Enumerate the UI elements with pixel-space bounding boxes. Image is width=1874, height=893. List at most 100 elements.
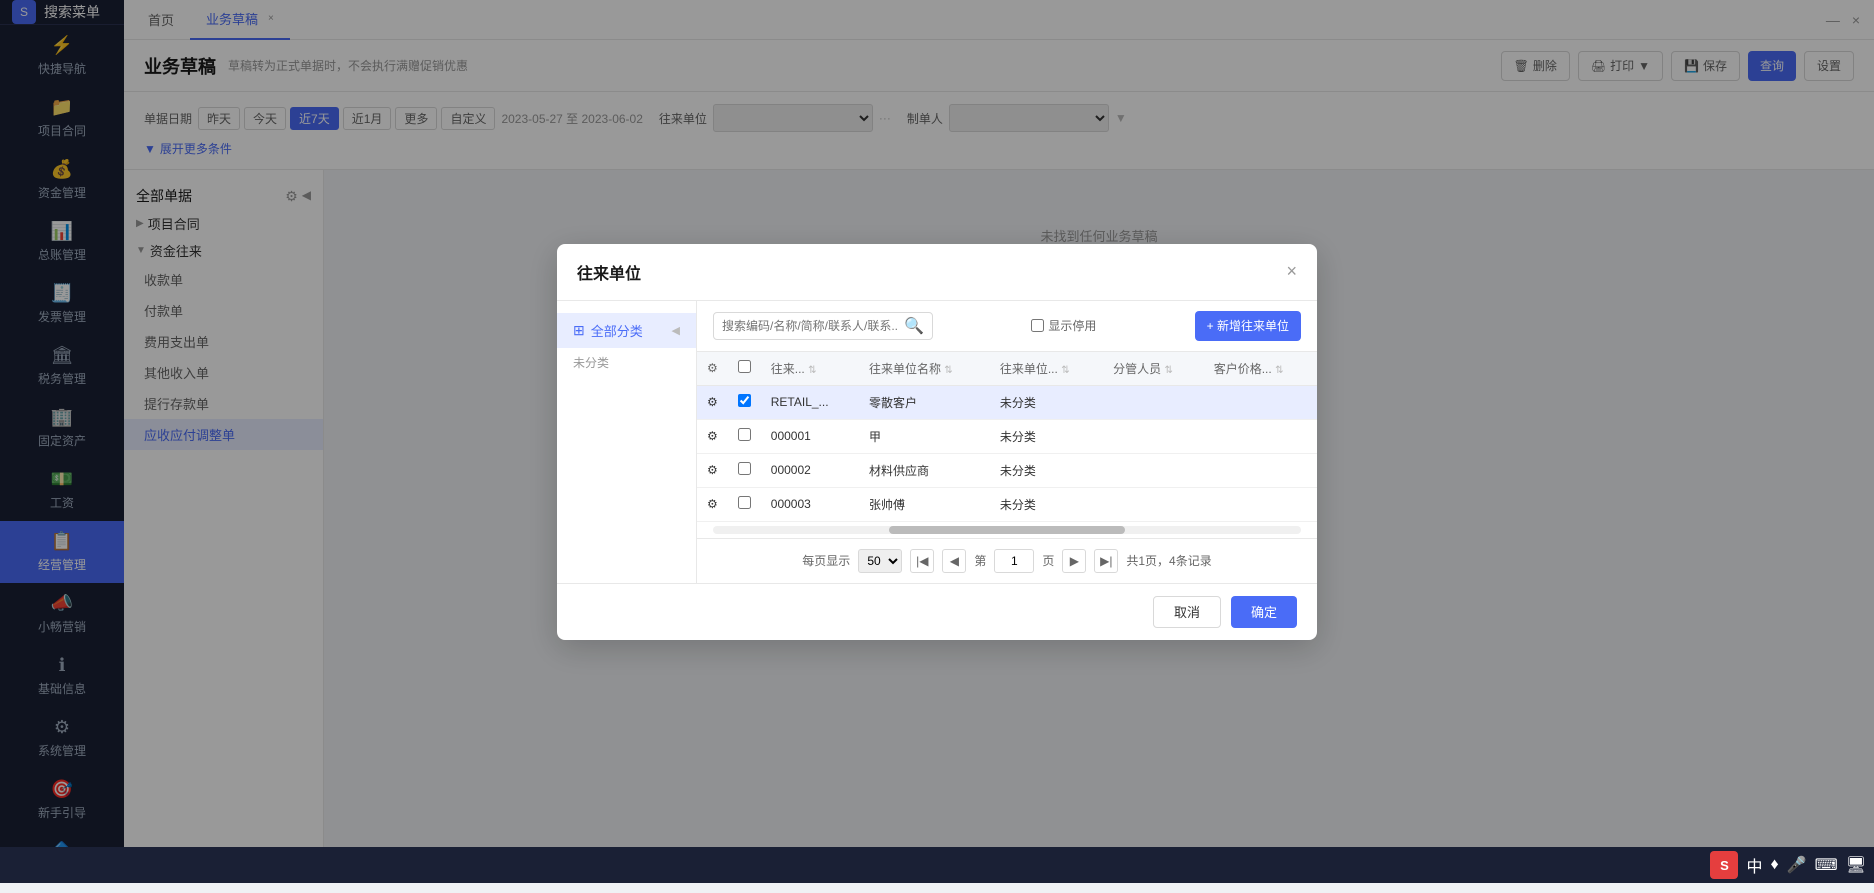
name-sort-icon: ⇅ [944, 365, 952, 376]
row-code: 000003 [761, 487, 859, 521]
table-row[interactable]: ⚙ 000002 材料供应商 未分类 [697, 453, 1317, 487]
row-name: 零散客户 [859, 385, 990, 419]
row-name: 甲 [859, 419, 990, 453]
show-disabled-label: 显示停用 [1048, 317, 1096, 334]
page-number-input[interactable] [994, 549, 1034, 573]
dialog-table-wrap: ⚙ 往来... ⇅ 往来单位名称 ⇅ 往来单位... ⇅ 分管人员 ⇅ 客户价格… [697, 352, 1317, 522]
page-unit: 页 [1042, 552, 1054, 569]
row-manager [1103, 419, 1204, 453]
page-first-button[interactable]: |◀ [910, 549, 934, 573]
dialog-toolbar: 🔍 显示停用 + 新增往来单位 [697, 301, 1317, 352]
row-settings-icon: ⚙ [707, 463, 718, 477]
dialog-table-head: ⚙ 往来... ⇅ 往来单位名称 ⇅ 往来单位... ⇅ 分管人员 ⇅ 客户价格… [697, 352, 1317, 386]
dialog-table-header-row: ⚙ 往来... ⇅ 往来单位名称 ⇅ 往来单位... ⇅ 分管人员 ⇅ 客户价格… [697, 352, 1317, 386]
row-code: 000001 [761, 419, 859, 453]
page-last-button[interactable]: ▶| [1094, 549, 1118, 573]
row-settings-icon: ⚙ [707, 429, 718, 443]
show-disabled-checkbox[interactable] [1031, 319, 1044, 332]
partner-search-input[interactable] [722, 319, 898, 333]
total-info: 共1页，4条记录 [1126, 552, 1211, 569]
cat-sort-icon: ⇅ [1061, 365, 1069, 376]
row-select-checkbox[interactable] [738, 462, 751, 475]
dialog-close-button[interactable]: × [1286, 261, 1297, 282]
row-checkbox[interactable] [728, 419, 761, 453]
row-checkbox[interactable] [728, 385, 761, 419]
dialog-header: 往来单位 × [557, 244, 1317, 301]
partner-search-box[interactable]: 🔍 [713, 312, 933, 340]
row-category: 未分类 [990, 453, 1103, 487]
add-partner-button[interactable]: + 新增往来单位 [1195, 311, 1301, 341]
page-next-button[interactable]: ▶ [1062, 549, 1086, 573]
row-select-checkbox[interactable] [738, 496, 751, 509]
mgr-sort-icon: ⇅ [1164, 365, 1172, 376]
row-code: 000002 [761, 453, 859, 487]
row-code: RETAIL_... [761, 385, 859, 419]
cancel-button[interactable]: 取消 [1153, 596, 1221, 628]
confirm-button[interactable]: 确定 [1231, 596, 1297, 628]
taskbar: S 中 ♦ 🎤 ⌨ 🖥 [0, 847, 1874, 883]
dialog-main: 🔍 显示停用 + 新增往来单位 ⚙ [697, 301, 1317, 583]
row-settings[interactable]: ⚙ [697, 487, 728, 521]
dialog-title: 往来单位 [577, 260, 641, 284]
th-manager[interactable]: 分管人员 ⇅ [1103, 352, 1204, 386]
row-manager [1103, 487, 1204, 521]
row-price [1204, 385, 1317, 419]
th-checkbox[interactable] [728, 352, 761, 386]
taskbar-logo: S [1710, 851, 1738, 879]
scrollbar-thumb[interactable] [889, 526, 1124, 534]
dialog-table: ⚙ 往来... ⇅ 往来单位名称 ⇅ 往来单位... ⇅ 分管人员 ⇅ 客户价格… [697, 352, 1317, 522]
dialog-footer: 取消 确定 [557, 583, 1317, 640]
row-settings-icon: ⚙ [707, 395, 718, 409]
row-manager [1103, 453, 1204, 487]
show-disabled-toggle[interactable]: 显示停用 [1031, 317, 1096, 334]
row-select-checkbox[interactable] [738, 394, 751, 407]
code-sort-icon: ⇅ [808, 365, 816, 376]
taskbar-icon-diamond[interactable]: ♦ [1771, 856, 1779, 874]
table-row[interactable]: ⚙ 000001 甲 未分类 [697, 419, 1317, 453]
dialog-sidebar-unclassified[interactable]: 未分类 [557, 348, 696, 377]
row-settings[interactable]: ⚙ [697, 453, 728, 487]
row-price [1204, 487, 1317, 521]
row-checkbox[interactable] [728, 487, 761, 521]
sidebar-collapse-icon[interactable]: ◀ [672, 324, 680, 337]
th-category[interactable]: 往来单位... ⇅ [990, 352, 1103, 386]
search-icon: 🔍 [904, 316, 924, 336]
table-row[interactable]: ⚙ 000003 张帅傅 未分类 [697, 487, 1317, 521]
page-label: 第 [974, 552, 986, 569]
dialog-sidebar-all[interactable]: ⊞ 全部分类 ◀ [557, 313, 696, 348]
row-name: 材料供应商 [859, 453, 990, 487]
page-prev-button[interactable]: ◀ [942, 549, 966, 573]
taskbar-icon-keyboard[interactable]: ⌨ [1815, 855, 1838, 875]
dialog-table-body: ⚙ RETAIL_... 零散客户 未分类 ⚙ [697, 385, 1317, 521]
per-page-select[interactable]: 50 [858, 549, 902, 573]
select-all-checkbox[interactable] [738, 360, 751, 373]
th-code[interactable]: 往来... ⇅ [761, 352, 859, 386]
per-page-label: 每页显示 [802, 552, 850, 569]
th-price[interactable]: 客户价格... ⇅ [1204, 352, 1317, 386]
table-row[interactable]: ⚙ RETAIL_... 零散客户 未分类 [697, 385, 1317, 419]
dialog-pagination: 每页显示 50 |◀ ◀ 第 页 ▶ ▶| 共1页，4条记录 [697, 538, 1317, 583]
row-price [1204, 419, 1317, 453]
row-checkbox[interactable] [728, 453, 761, 487]
row-manager [1103, 385, 1204, 419]
row-settings-icon: ⚙ [707, 497, 718, 511]
dialog-sidebar: ⊞ 全部分类 ◀ 未分类 [557, 301, 697, 583]
taskbar-icon-mic[interactable]: 🎤 [1787, 855, 1807, 875]
row-settings[interactable]: ⚙ [697, 419, 728, 453]
row-select-checkbox[interactable] [738, 428, 751, 441]
row-name: 张帅傅 [859, 487, 990, 521]
taskbar-icon-monitor[interactable]: 🖥 [1846, 855, 1866, 875]
taskbar-icon-zh[interactable]: 中 [1746, 853, 1762, 877]
row-category: 未分类 [990, 385, 1103, 419]
price-sort-icon: ⇅ [1275, 365, 1283, 376]
th-name[interactable]: 往来单位名称 ⇅ [859, 352, 990, 386]
grid-icon: ⊞ [573, 322, 585, 339]
dialog-overlay: 往来单位 × ⊞ 全部分类 ◀ 未分类 [0, 0, 1874, 883]
row-category: 未分类 [990, 487, 1103, 521]
dialog-body: ⊞ 全部分类 ◀ 未分类 🔍 显示停用 [557, 301, 1317, 583]
row-category: 未分类 [990, 419, 1103, 453]
row-settings[interactable]: ⚙ [697, 385, 728, 419]
th-settings[interactable]: ⚙ [697, 352, 728, 386]
horizontal-scrollbar[interactable] [713, 526, 1301, 534]
row-price [1204, 453, 1317, 487]
